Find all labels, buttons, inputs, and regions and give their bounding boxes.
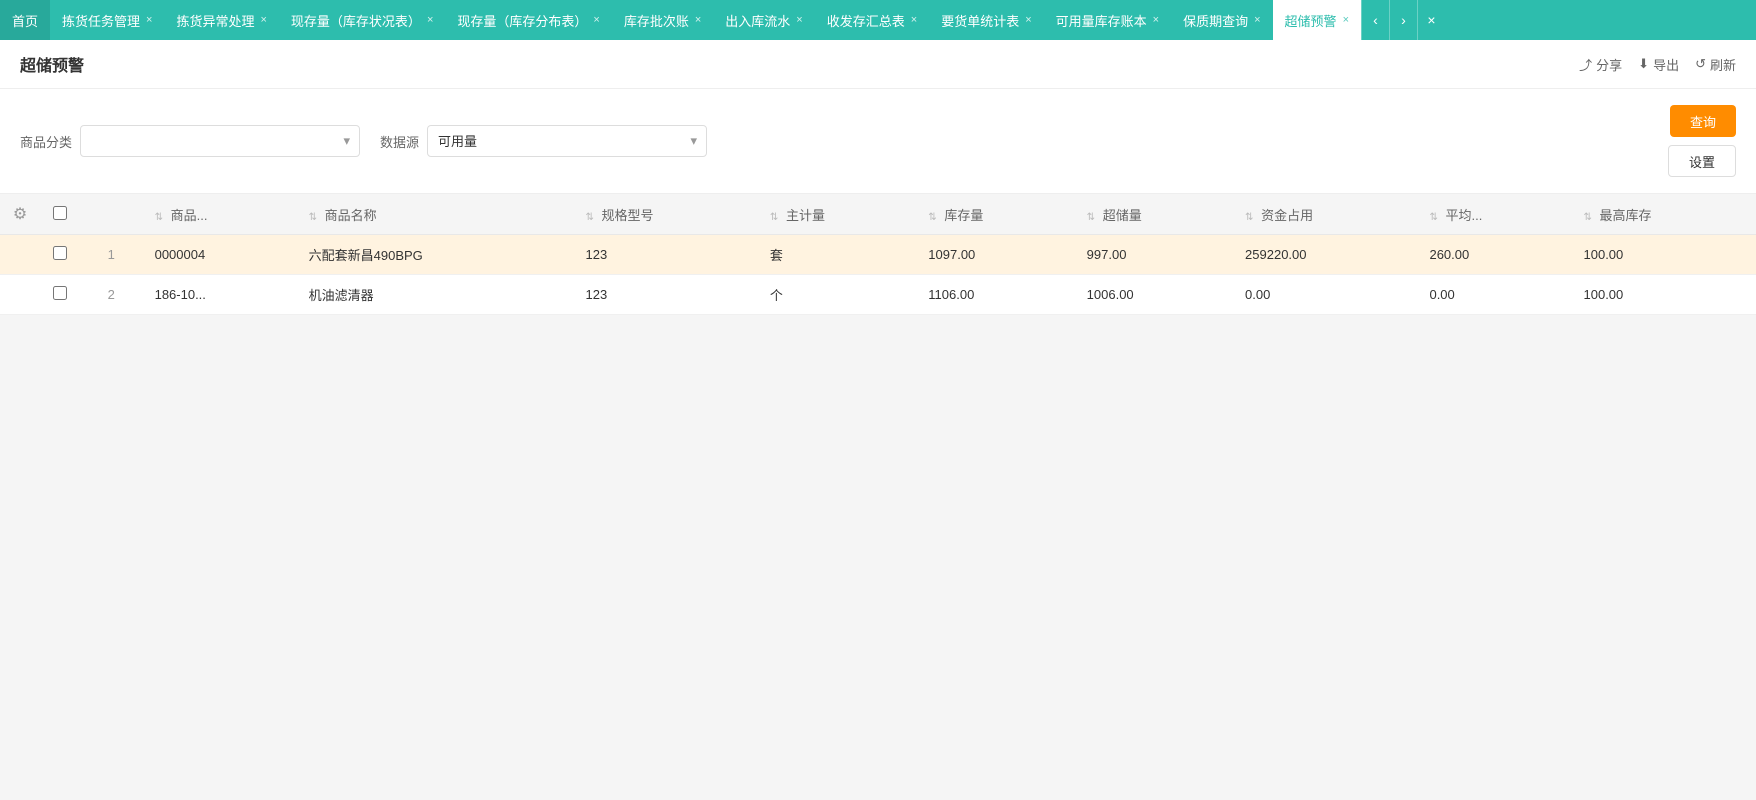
row-max-stock-0: 100.00 xyxy=(1572,235,1756,275)
col-row-num xyxy=(80,194,143,235)
row-stock-1: 1106.00 xyxy=(916,275,1074,315)
nav-tab-home[interactable]: 首页 xyxy=(0,0,50,40)
table-gear-icon[interactable]: ⚙ xyxy=(13,206,27,223)
nav-arrow-close[interactable]: × xyxy=(1417,0,1445,40)
row-num-1: 2 xyxy=(80,275,143,315)
row-checkbox-0[interactable] xyxy=(53,246,67,260)
export-icon: ⬇ xyxy=(1638,56,1649,72)
row-overstock-0: 997.00 xyxy=(1075,235,1233,275)
col-avg[interactable]: 平均... xyxy=(1417,194,1571,235)
table-container: ⚙ 商品... 商品名称 规格型号 主计量 xyxy=(0,194,1756,315)
row-avg-1: 0.00 xyxy=(1417,275,1571,315)
row-avg-0: 260.00 xyxy=(1417,235,1571,275)
nav-right-controls: ‹ › × xyxy=(1361,0,1445,40)
nav-tab-abnormal[interactable]: 拣货异常处理 × xyxy=(164,0,278,40)
row-capital-1: 0.00 xyxy=(1233,275,1417,315)
datasource-select[interactable]: 可用量 xyxy=(427,125,707,157)
datasource-select-wrapper: 可用量 xyxy=(427,125,707,157)
nav-tab-batch[interactable]: 库存批次账 × xyxy=(612,0,713,40)
col-stock[interactable]: 库存量 xyxy=(916,194,1074,235)
row-overstock-1: 1006.00 xyxy=(1075,275,1233,315)
close-tab-order-stat[interactable]: × xyxy=(1025,14,1031,26)
export-button[interactable]: ⬇ 导出 xyxy=(1638,55,1679,74)
col-capital[interactable]: 资金占用 xyxy=(1233,194,1417,235)
nav-tab-inout-flow[interactable]: 出入库流水 × xyxy=(713,0,814,40)
close-tab-inout-flow[interactable]: × xyxy=(796,14,802,26)
row-checkbox-1[interactable] xyxy=(53,286,67,300)
table-header-row: ⚙ 商品... 商品名称 规格型号 主计量 xyxy=(0,194,1756,235)
col-max-stock[interactable]: 最高库存 xyxy=(1572,194,1756,235)
row-num-0: 1 xyxy=(80,235,143,275)
nav-tab-available-stock[interactable]: 可用量库存账本 × xyxy=(1044,0,1171,40)
table-row: 2 186-10... 机油滤清器 123 个 1106.00 1006.00 … xyxy=(0,275,1756,315)
header-actions: ⤴ 分享 ⬇ 导出 ↺ 刷新 xyxy=(1579,55,1736,74)
nav-bar: 首页 拣货任务管理 × 拣货异常处理 × 现存量（库存状况表） × 现存量（库存… xyxy=(0,0,1756,40)
share-button[interactable]: ⤴ 分享 xyxy=(1579,55,1622,74)
query-button[interactable]: 查询 xyxy=(1670,105,1736,137)
category-select[interactable] xyxy=(80,125,360,157)
datasource-filter-group: 数据源 可用量 xyxy=(380,125,707,157)
nav-arrow-right[interactable]: › xyxy=(1389,0,1417,40)
select-all-checkbox[interactable] xyxy=(53,206,67,220)
data-table: ⚙ 商品... 商品名称 规格型号 主计量 xyxy=(0,194,1756,315)
nav-arrow-left[interactable]: ‹ xyxy=(1361,0,1389,40)
row-product-name-1: 机油滤清器 xyxy=(297,275,574,315)
row-checkbox-cell xyxy=(40,275,80,315)
row-capital-0: 259220.00 xyxy=(1233,235,1417,275)
row-spec-0: 123 xyxy=(574,235,758,275)
nav-tab-order-stat[interactable]: 要货单统计表 × xyxy=(929,0,1043,40)
share-icon: ⤴ xyxy=(1579,55,1592,74)
refresh-icon: ↺ xyxy=(1695,56,1706,72)
filter-buttons: 查询 设置 xyxy=(1668,105,1736,177)
datasource-label: 数据源 xyxy=(380,132,419,151)
row-spec-1: 123 xyxy=(574,275,758,315)
col-unit[interactable]: 主计量 xyxy=(758,194,916,235)
close-tab-available-stock[interactable]: × xyxy=(1153,14,1159,26)
page-header: 超储预警 ⤴ 分享 ⬇ 导出 ↺ 刷新 xyxy=(0,40,1756,89)
col-checkbox xyxy=(40,194,80,235)
nav-tab-expiry[interactable]: 保质期查询 × xyxy=(1171,0,1272,40)
nav-tab-stock-dist[interactable]: 现存量（库存分布表） × xyxy=(445,0,611,40)
close-tab-batch[interactable]: × xyxy=(695,14,701,26)
table-row: 1 0000004 六配套新昌490BPG 123 套 1097.00 997.… xyxy=(0,235,1756,275)
close-tab-expiry[interactable]: × xyxy=(1254,14,1260,26)
row-checkbox-cell xyxy=(40,235,80,275)
nav-tab-stock-status[interactable]: 现存量（库存状况表） × xyxy=(279,0,445,40)
settings-button[interactable]: 设置 xyxy=(1668,145,1736,177)
row-settings-cell xyxy=(0,275,40,315)
close-tab-stock-dist[interactable]: × xyxy=(593,14,599,26)
page-title: 超储预警 xyxy=(20,52,84,76)
filter-area: 商品分类 数据源 可用量 查询 设置 xyxy=(0,89,1756,194)
nav-tab-overstock[interactable]: 超储预警 × xyxy=(1273,0,1361,40)
col-product-name[interactable]: 商品名称 xyxy=(297,194,574,235)
category-filter-group: 商品分类 xyxy=(20,125,360,157)
close-tab-collect[interactable]: × xyxy=(911,14,917,26)
close-tab-abnormal[interactable]: × xyxy=(260,14,266,26)
row-product-name-0: 六配套新昌490BPG xyxy=(297,235,574,275)
row-product-code-0: 0000004 xyxy=(143,235,297,275)
row-stock-0: 1097.00 xyxy=(916,235,1074,275)
category-select-wrapper xyxy=(80,125,360,157)
row-settings-cell xyxy=(0,235,40,275)
close-tab-task-mgmt[interactable]: × xyxy=(146,14,152,26)
row-max-stock-1: 100.00 xyxy=(1572,275,1756,315)
category-label: 商品分类 xyxy=(20,132,72,151)
col-settings: ⚙ xyxy=(0,194,40,235)
nav-tab-collect[interactable]: 收发存汇总表 × xyxy=(815,0,929,40)
row-unit-0: 套 xyxy=(758,235,916,275)
col-overstock[interactable]: 超储量 xyxy=(1075,194,1233,235)
nav-tab-task-mgmt[interactable]: 拣货任务管理 × xyxy=(50,0,164,40)
close-tab-overstock[interactable]: × xyxy=(1343,14,1349,26)
table-body: 1 0000004 六配套新昌490BPG 123 套 1097.00 997.… xyxy=(0,235,1756,315)
refresh-button[interactable]: ↺ 刷新 xyxy=(1695,55,1736,74)
col-spec[interactable]: 规格型号 xyxy=(574,194,758,235)
close-tab-stock-status[interactable]: × xyxy=(427,14,433,26)
row-unit-1: 个 xyxy=(758,275,916,315)
col-product-code[interactable]: 商品... xyxy=(143,194,297,235)
row-product-code-1: 186-10... xyxy=(143,275,297,315)
